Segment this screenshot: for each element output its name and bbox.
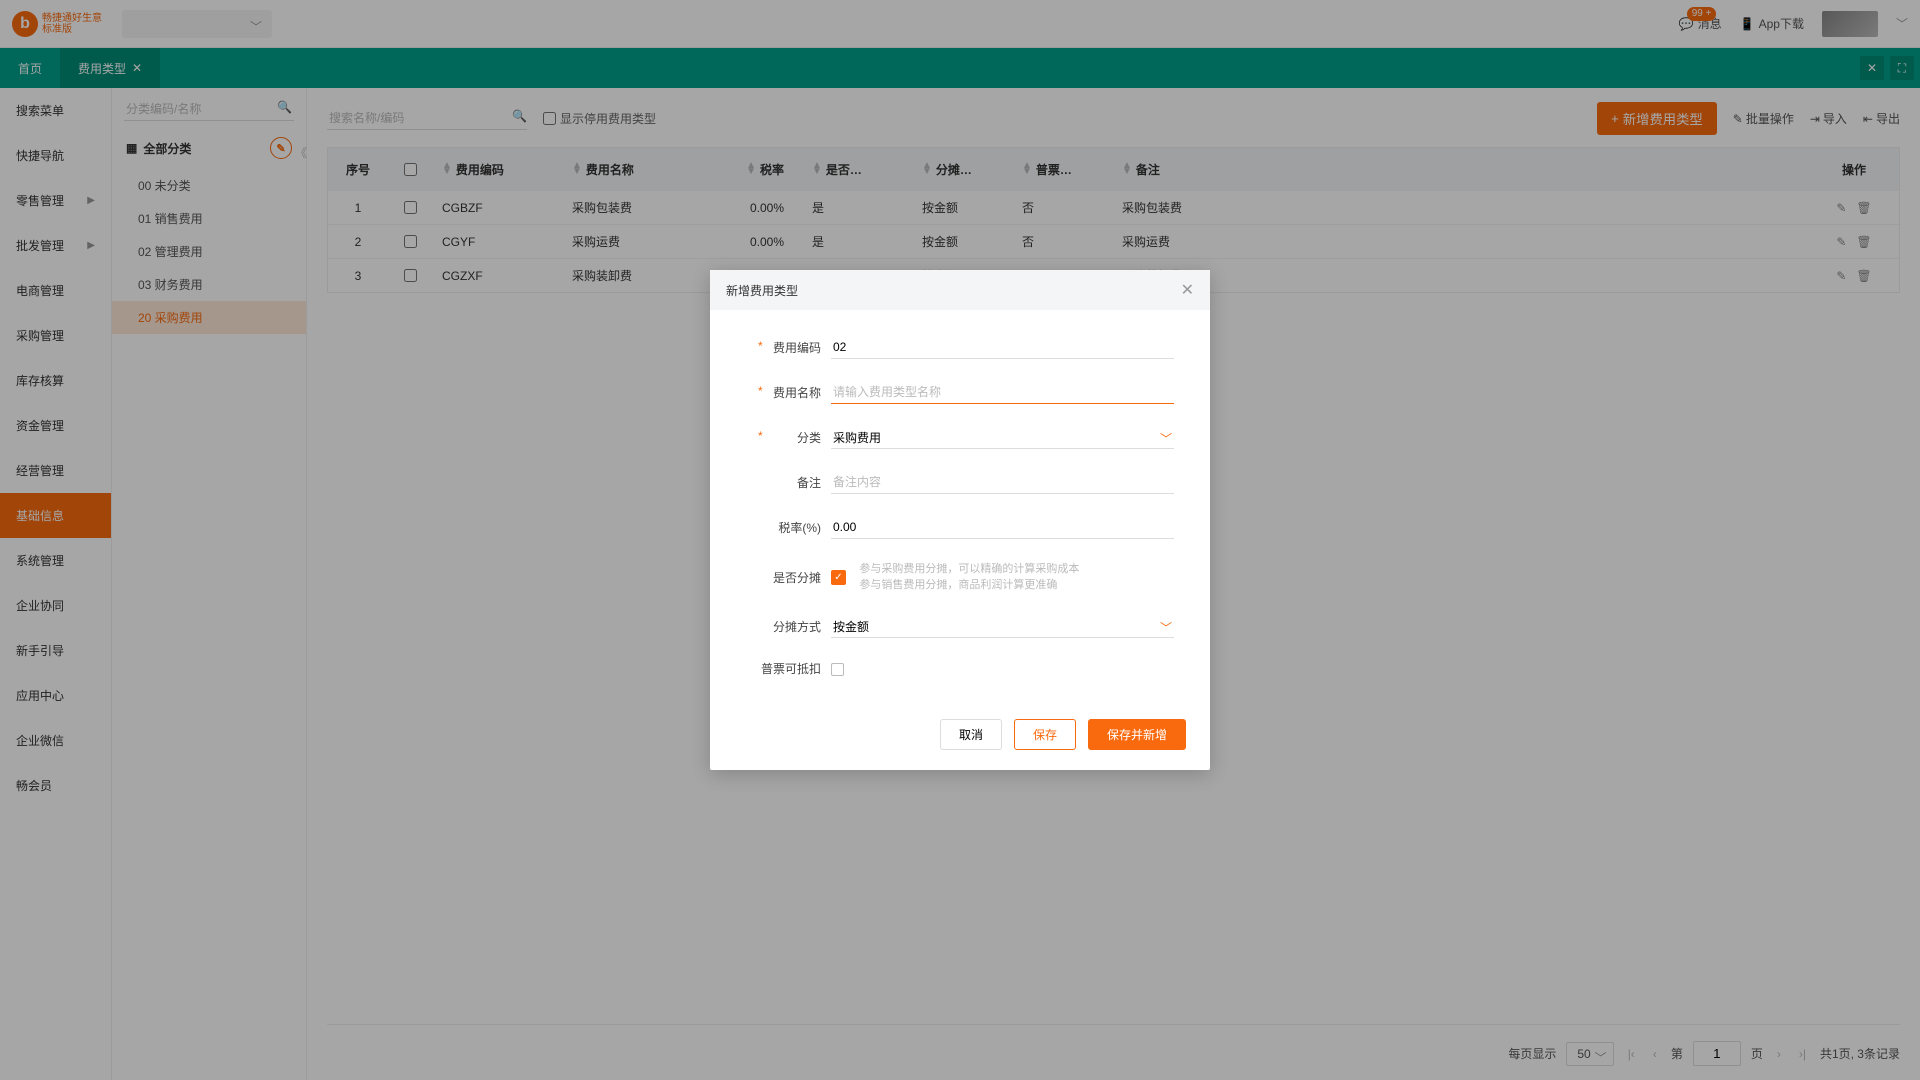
remark-input[interactable]	[831, 471, 1174, 494]
add-fee-type-modal: 新增费用类型 ✕ 费用编码 费用名称 分类 ﹀ 备注	[710, 270, 1210, 770]
label-category: 分类	[746, 429, 831, 446]
category-select[interactable]	[831, 426, 1174, 449]
invoice-deduct-checkbox[interactable]	[831, 663, 844, 676]
rate-input[interactable]	[831, 516, 1174, 539]
close-icon[interactable]: ✕	[1181, 280, 1194, 300]
label-fee-code: 费用编码	[746, 339, 831, 356]
chevron-down-icon: ﹀	[1160, 430, 1172, 447]
save-button[interactable]: 保存	[1014, 719, 1076, 750]
allocation-method-select[interactable]	[831, 615, 1174, 638]
modal-header: 新增费用类型 ✕	[710, 270, 1210, 310]
chevron-down-icon: ﹀	[1160, 619, 1172, 636]
label-rate: 税率(%)	[746, 519, 831, 536]
fee-name-input[interactable]	[831, 381, 1174, 404]
fee-code-input[interactable]	[831, 336, 1174, 359]
modal-overlay: 新增费用类型 ✕ 费用编码 费用名称 分类 ﹀ 备注	[0, 0, 1920, 1080]
label-remark: 备注	[746, 474, 831, 491]
allocation-checkbox[interactable]: ✓	[831, 570, 846, 585]
label-allocation-method: 分摊方式	[746, 618, 831, 635]
allocation-help: 参与采购费用分摊，可以精确的计算采购成本 参与销售费用分摊，商品利润计算更准确	[859, 561, 1079, 593]
save-and-new-button[interactable]: 保存并新增	[1088, 719, 1186, 750]
modal-title: 新增费用类型	[726, 282, 798, 299]
label-fee-name: 费用名称	[746, 384, 831, 401]
cancel-button[interactable]: 取消	[940, 719, 1002, 750]
help-line2: 参与销售费用分摊，商品利润计算更准确	[859, 579, 1057, 591]
help-line1: 参与采购费用分摊，可以精确的计算采购成本	[859, 563, 1079, 575]
label-allocation: 是否分摊	[746, 569, 831, 586]
label-invoice-deduct: 普票可抵扣	[746, 660, 831, 677]
